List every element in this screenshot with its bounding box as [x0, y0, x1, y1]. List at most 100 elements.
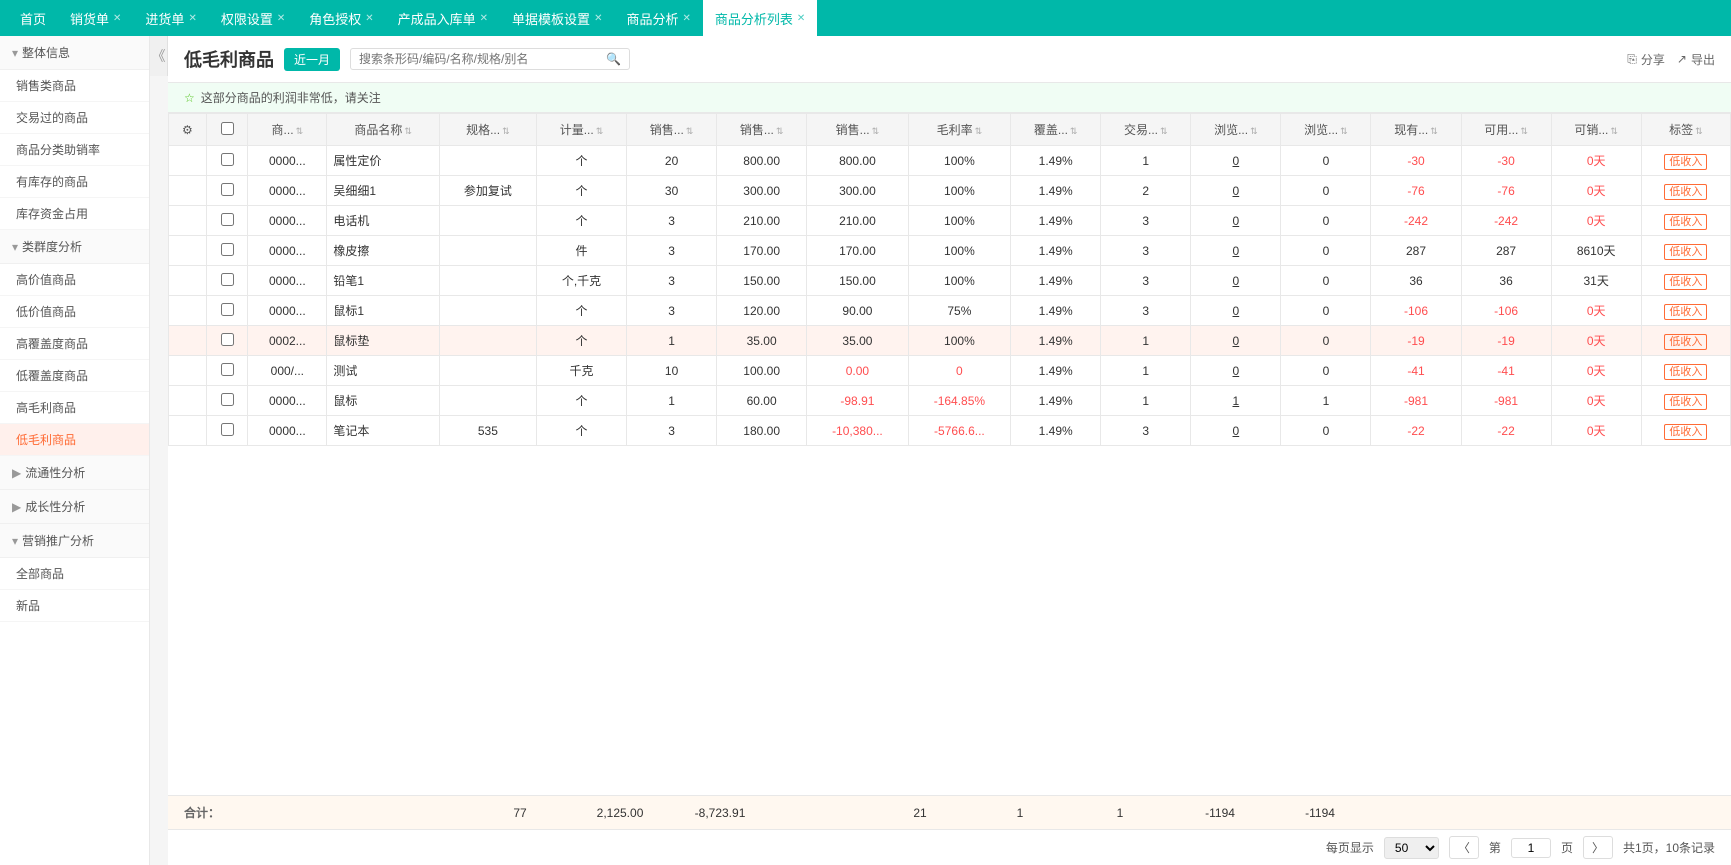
- cell-view1[interactable]: 0: [1191, 176, 1281, 206]
- search-input[interactable]: [359, 52, 600, 66]
- close-icon[interactable]: ✕: [277, 13, 285, 24]
- col-sales-qty[interactable]: 销售...⇅: [627, 114, 717, 146]
- row-checkbox[interactable]: [221, 303, 234, 316]
- sidebar-item-stock-funds[interactable]: 库存资金占用: [0, 198, 149, 230]
- nav-item-permission[interactable]: 权限设置 ✕: [209, 0, 297, 36]
- next-page-button[interactable]: 〉: [1583, 836, 1613, 859]
- cell-checkbox[interactable]: [206, 176, 247, 206]
- sidebar-item-new-goods[interactable]: 新品: [0, 590, 149, 622]
- share-button[interactable]: ⎘ 分享: [1627, 51, 1665, 68]
- col-gross-margin[interactable]: 毛利率⇅: [908, 114, 1011, 146]
- sidebar-item-low-margin[interactable]: 低毛利商品: [0, 424, 149, 456]
- cell-checkbox[interactable]: [206, 416, 247, 446]
- nav-item-purchase[interactable]: 进货单 ✕: [133, 0, 208, 36]
- cell-view1[interactable]: 1: [1191, 386, 1281, 416]
- cell-sales-price: 210.00: [717, 206, 807, 236]
- col-coverage[interactable]: 覆盖...⇅: [1011, 114, 1101, 146]
- cell-code: 000/...: [248, 356, 327, 386]
- cell-view1[interactable]: 0: [1191, 206, 1281, 236]
- nav-item-analysis[interactable]: 商品分析 ✕: [614, 0, 702, 36]
- cell-sales-qty: 10: [627, 356, 717, 386]
- row-checkbox[interactable]: [221, 363, 234, 376]
- sidebar-item-category-rate[interactable]: 商品分类助销率: [0, 134, 149, 166]
- sidebar-item-sales-goods[interactable]: 销售类商品: [0, 70, 149, 102]
- prev-page-button[interactable]: 〈: [1449, 836, 1479, 859]
- sidebar-group-growth[interactable]: ▶ 成长性分析: [0, 490, 149, 524]
- page-number-input[interactable]: [1511, 838, 1551, 858]
- close-icon[interactable]: ✕: [365, 13, 373, 24]
- row-checkbox[interactable]: [221, 273, 234, 286]
- sidebar-group-liquidity[interactable]: ▶ 流通性分析: [0, 456, 149, 490]
- close-icon[interactable]: ✕: [682, 13, 690, 24]
- search-box[interactable]: 🔍: [350, 48, 630, 70]
- sidebar-item-high-coverage[interactable]: 高覆盖度商品: [0, 328, 149, 360]
- close-icon[interactable]: ✕: [188, 13, 196, 24]
- sidebar-item-stock-goods[interactable]: 有库存的商品: [0, 166, 149, 198]
- cell-checkbox[interactable]: [206, 386, 247, 416]
- col-view1[interactable]: 浏览...⇅: [1191, 114, 1281, 146]
- row-checkbox[interactable]: [221, 393, 234, 406]
- row-checkbox[interactable]: [221, 153, 234, 166]
- nav-item-sales[interactable]: 销货单 ✕: [58, 0, 133, 36]
- cell-checkbox[interactable]: [206, 146, 247, 176]
- sidebar-item-low-coverage[interactable]: 低覆盖度商品: [0, 360, 149, 392]
- cell-checkbox[interactable]: [206, 236, 247, 266]
- nav-item-home[interactable]: 首页: [8, 0, 58, 36]
- sidebar-item-high-margin[interactable]: 高毛利商品: [0, 392, 149, 424]
- filter-button[interactable]: 近一月: [284, 48, 340, 71]
- cell-view1[interactable]: 0: [1191, 266, 1281, 296]
- row-checkbox[interactable]: [221, 183, 234, 196]
- cell-checkbox[interactable]: [206, 296, 247, 326]
- nav-item-role[interactable]: 角色授权 ✕: [297, 0, 385, 36]
- cell-checkbox[interactable]: [206, 326, 247, 356]
- sidebar-item-low-value[interactable]: 低价值商品: [0, 296, 149, 328]
- cell-view1[interactable]: 0: [1191, 326, 1281, 356]
- col-transaction[interactable]: 交易...⇅: [1101, 114, 1191, 146]
- row-checkbox[interactable]: [221, 423, 234, 436]
- row-checkbox[interactable]: [221, 333, 234, 346]
- total-label: 合计：: [184, 804, 220, 821]
- nav-item-template[interactable]: 单据模板设置 ✕: [500, 0, 614, 36]
- export-button[interactable]: ↗ 导出: [1677, 51, 1715, 68]
- select-all-checkbox[interactable]: [221, 122, 234, 135]
- sidebar-item-all-goods[interactable]: 全部商品: [0, 558, 149, 590]
- col-checkbox[interactable]: [206, 114, 247, 146]
- sidebar-group-cluster[interactable]: ▾ 类群度分析: [0, 230, 149, 264]
- row-checkbox[interactable]: [221, 213, 234, 226]
- col-available[interactable]: 可用...⇅: [1461, 114, 1551, 146]
- cell-view1[interactable]: 0: [1191, 236, 1281, 266]
- sidebar-collapse-button[interactable]: 《: [150, 36, 168, 76]
- cell-view1[interactable]: 0: [1191, 356, 1281, 386]
- nav-item-product-in[interactable]: 产成品入库单 ✕: [386, 0, 500, 36]
- col-spec[interactable]: 规格...⇅: [439, 114, 536, 146]
- col-settings[interactable]: ⚙: [169, 114, 207, 146]
- sidebar-group-marketing[interactable]: ▾ 营销推广分析: [0, 524, 149, 558]
- cell-view2: 0: [1281, 356, 1371, 386]
- cell-sales-amt: 300.00: [807, 176, 908, 206]
- nav-item-analysis-list[interactable]: 商品分析列表 ✕: [703, 0, 817, 36]
- cell-checkbox[interactable]: [206, 356, 247, 386]
- cell-view1[interactable]: 0: [1191, 416, 1281, 446]
- sidebar-item-high-value[interactable]: 高价值商品: [0, 264, 149, 296]
- cell-checkbox[interactable]: [206, 206, 247, 236]
- col-saleable[interactable]: 可销...⇅: [1551, 114, 1641, 146]
- sidebar-group-overall[interactable]: ▾ 整体信息: [0, 36, 149, 70]
- close-icon[interactable]: ✕: [594, 13, 602, 24]
- col-code[interactable]: 商...⇅: [248, 114, 327, 146]
- cell-view1[interactable]: 0: [1191, 146, 1281, 176]
- col-current[interactable]: 现有...⇅: [1371, 114, 1461, 146]
- cell-checkbox[interactable]: [206, 266, 247, 296]
- col-tag[interactable]: 标签⇅: [1641, 114, 1730, 146]
- cell-view1[interactable]: 0: [1191, 296, 1281, 326]
- col-view2[interactable]: 浏览...⇅: [1281, 114, 1371, 146]
- close-icon[interactable]: ✕: [797, 13, 805, 24]
- col-sales-price[interactable]: 销售...⇅: [717, 114, 807, 146]
- close-icon[interactable]: ✕: [480, 13, 488, 24]
- sidebar-item-traded-goods[interactable]: 交易过的商品: [0, 102, 149, 134]
- col-sales-amt[interactable]: 销售...⇅: [807, 114, 908, 146]
- col-unit[interactable]: 计量...⇅: [536, 114, 626, 146]
- per-page-select[interactable]: 50 100 200: [1384, 837, 1439, 859]
- row-checkbox[interactable]: [221, 243, 234, 256]
- close-icon[interactable]: ✕: [113, 13, 121, 24]
- col-name[interactable]: 商品名称⇅: [327, 114, 439, 146]
